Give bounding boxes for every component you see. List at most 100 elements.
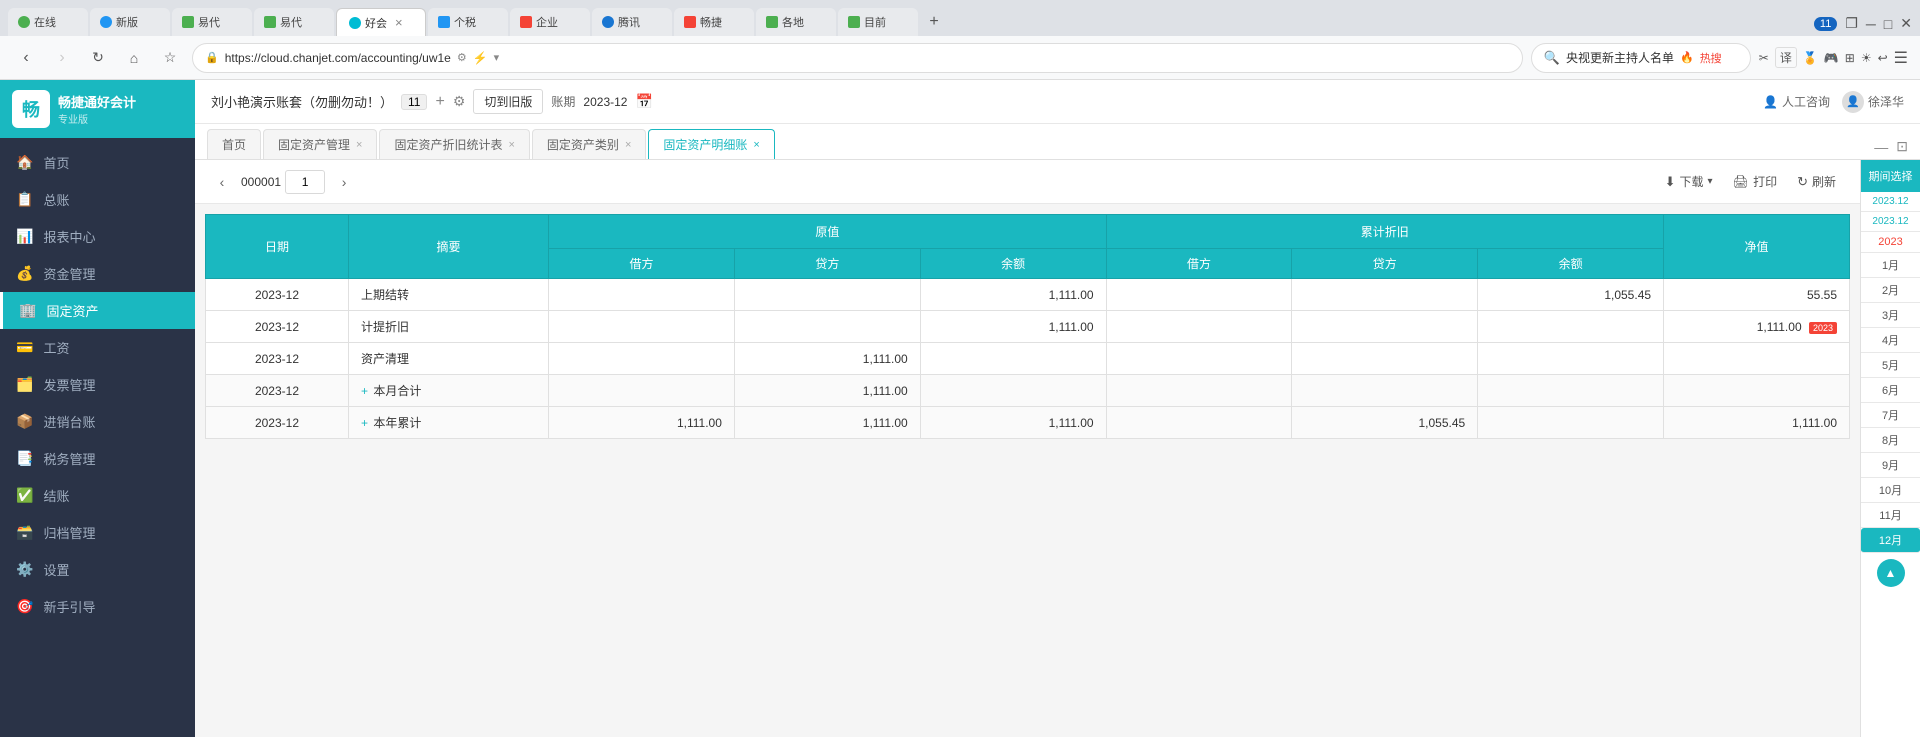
cell-date-2: 2023-12 (206, 343, 349, 375)
cut-icon[interactable]: ✂ (1759, 51, 1769, 65)
browser-tab-enterprise[interactable]: 企业 (510, 8, 590, 36)
reports-nav-label: 报表中心 (43, 227, 95, 246)
user-info-btn[interactable]: 👤 徐泽华 (1842, 91, 1904, 113)
period-month-7[interactable]: 7月 (1861, 403, 1920, 428)
tab-close-haohui[interactable]: × (395, 15, 403, 30)
nav-item-guide[interactable]: 🎯 新手引导 (0, 588, 195, 625)
print-btn[interactable]: 🖨 打印 (1725, 169, 1786, 194)
back-btn[interactable]: ‹ (12, 44, 40, 72)
page-tab-asset-detail-close[interactable]: × (753, 139, 759, 151)
table-row: 2023-12 资产清理 1,111.00 (206, 343, 1850, 375)
scroll-top-btn[interactable]: ▲ (1877, 559, 1905, 587)
period-month-1[interactable]: 1月 (1861, 253, 1920, 278)
menu-btn[interactable]: ☰ (1894, 48, 1908, 68)
address-bar[interactable]: 🔒 https://cloud.chanjet.com/accounting/u… (192, 43, 1523, 73)
period-date-1[interactable]: 2023.12 (1861, 192, 1920, 212)
game-btn[interactable]: 🎮 (1824, 51, 1839, 65)
period-month-9[interactable]: 9月 (1861, 453, 1920, 478)
account-add-icon[interactable]: + (435, 93, 444, 111)
refresh-btn[interactable]: ↻ 刷新 (1789, 169, 1844, 194)
cell-orig-balance-3 (920, 375, 1106, 407)
period-month-10[interactable]: 10月 (1861, 478, 1920, 503)
page-tab-asset-category-close[interactable]: × (625, 139, 631, 151)
tab-collapse-icon[interactable]: — (1874, 139, 1888, 155)
download-btn[interactable]: ⬇ 下载 ▾ (1657, 169, 1721, 194)
prev-page-btn[interactable]: ‹ (211, 171, 233, 193)
nav-item-reports[interactable]: 📊 报表中心 (0, 218, 195, 255)
period-month-11[interactable]: 11月 (1861, 503, 1920, 528)
nav-item-inventory[interactable]: 📦 进销台账 (0, 403, 195, 440)
next-page-btn[interactable]: › (333, 171, 355, 193)
bookmark-btn[interactable]: ☆ (156, 44, 184, 72)
browser-tab-yidai2[interactable]: 易代 (254, 8, 334, 36)
version-btn[interactable]: 切到旧版 (473, 89, 543, 114)
page-tab-depreciation-stat-close[interactable]: × (508, 139, 514, 151)
browser-tab-gedi[interactable]: 各地 (756, 8, 836, 36)
window-close-btn[interactable]: ✕ (1900, 15, 1912, 32)
undo-btn[interactable]: ↩ (1878, 51, 1888, 65)
tab-label-new: 新版 (116, 14, 138, 30)
browser-tab-online[interactable]: 在线 (8, 8, 88, 36)
cell-date-3: 2023-12 (206, 375, 349, 407)
period-month-4[interactable]: 4月 (1861, 328, 1920, 353)
period-month-3[interactable]: 3月 (1861, 303, 1920, 328)
new-tab-btn[interactable]: + (920, 8, 948, 36)
nav-item-invoice[interactable]: 🗂️ 发票管理 (0, 366, 195, 403)
nav-item-checkout[interactable]: ✅ 结账 (0, 477, 195, 514)
page-number-input[interactable] (285, 170, 325, 194)
page-tab-home[interactable]: 首页 (207, 129, 261, 159)
calendar-icon[interactable]: 📅 (635, 93, 652, 110)
customer-service-btn[interactable]: 👤 人工咨询 (1763, 93, 1830, 110)
page-tab-fixed-mgmt-close[interactable]: × (356, 139, 362, 151)
nav-item-fixed-assets[interactable]: 🏢 固定资产 (0, 292, 195, 329)
browser-tab-tencent[interactable]: 腾讯 (592, 8, 672, 36)
cell-summary-0: 上期结转 (348, 279, 548, 311)
browser-tab-mubiao[interactable]: 目前 (838, 8, 918, 36)
cell-orig-balance-2 (920, 343, 1106, 375)
cell-dep-debit-2 (1106, 343, 1292, 375)
period-label: 账期 (551, 93, 575, 110)
browser-tab-new[interactable]: 新版 (90, 8, 170, 36)
cell-dep-debit-3 (1106, 375, 1292, 407)
invoice-nav-icon: 🗂️ (16, 376, 33, 393)
tab-expand-icon[interactable]: ⊡ (1896, 138, 1908, 155)
cell-orig-credit-4: 1,111.00 (734, 407, 920, 439)
th-dep-debit: 借方 (1106, 249, 1292, 279)
period-month-6[interactable]: 6月 (1861, 378, 1920, 403)
nav-item-funds[interactable]: 💰 资金管理 (0, 255, 195, 292)
tab-label-gedi: 各地 (782, 14, 804, 30)
period-date-2[interactable]: 2023.12 (1861, 212, 1920, 232)
home-btn[interactable]: ⌂ (120, 44, 148, 72)
browser-tab-haohui[interactable]: 好会 × (336, 8, 426, 36)
nav-item-archive[interactable]: 🗃️ 归档管理 (0, 514, 195, 551)
translate-btn[interactable]: 译 (1775, 47, 1797, 68)
search-bar[interactable]: 🔍 央视更新主持人名单 🔥 热搜 (1531, 43, 1751, 73)
browser-tab-changjie[interactable]: 畅捷 (674, 8, 754, 36)
nav-item-home[interactable]: 🏠 首页 (0, 144, 195, 181)
cell-net-0: 55.55 (1664, 279, 1850, 311)
sidebar-header: 畅 畅捷通好会计 专业版 (0, 80, 195, 138)
browser-tab-gesui[interactable]: 个税 (428, 8, 508, 36)
page-tab-depreciation-stat[interactable]: 固定资产折旧统计表 × (379, 129, 529, 159)
grid-btn[interactable]: ⊞ (1845, 51, 1855, 65)
nav-item-salary[interactable]: 💳 工资 (0, 329, 195, 366)
browser-tab-yidai1[interactable]: 易代 (172, 8, 252, 36)
page-tab-asset-detail[interactable]: 固定资产明细账 × (648, 129, 774, 159)
reload-btn[interactable]: ↻ (84, 44, 112, 72)
wallet-btn[interactable]: 🏅 (1803, 51, 1818, 65)
nav-item-ledger[interactable]: 📋 总账 (0, 181, 195, 218)
brightness-btn[interactable]: ☀ (1861, 51, 1872, 65)
page-tab-asset-category[interactable]: 固定资产类别 × (532, 129, 646, 159)
period-month-2[interactable]: 2月 (1861, 278, 1920, 303)
window-maximize-btn[interactable]: □ (1884, 16, 1892, 32)
page-tab-fixed-mgmt[interactable]: 固定资产管理 × (263, 129, 377, 159)
account-settings-icon[interactable]: ⚙ (453, 93, 466, 110)
nav-item-tax[interactable]: 📑 税务管理 (0, 440, 195, 477)
forward-btn[interactable]: › (48, 44, 76, 72)
nav-item-settings[interactable]: ⚙️ 设置 (0, 551, 195, 588)
period-month-5[interactable]: 5月 (1861, 353, 1920, 378)
period-month-8[interactable]: 8月 (1861, 428, 1920, 453)
period-month-12[interactable]: 12月 (1861, 528, 1920, 553)
window-minimize-btn[interactable]: ─ (1866, 16, 1876, 32)
window-restore-btn[interactable]: ❐ (1845, 15, 1858, 32)
